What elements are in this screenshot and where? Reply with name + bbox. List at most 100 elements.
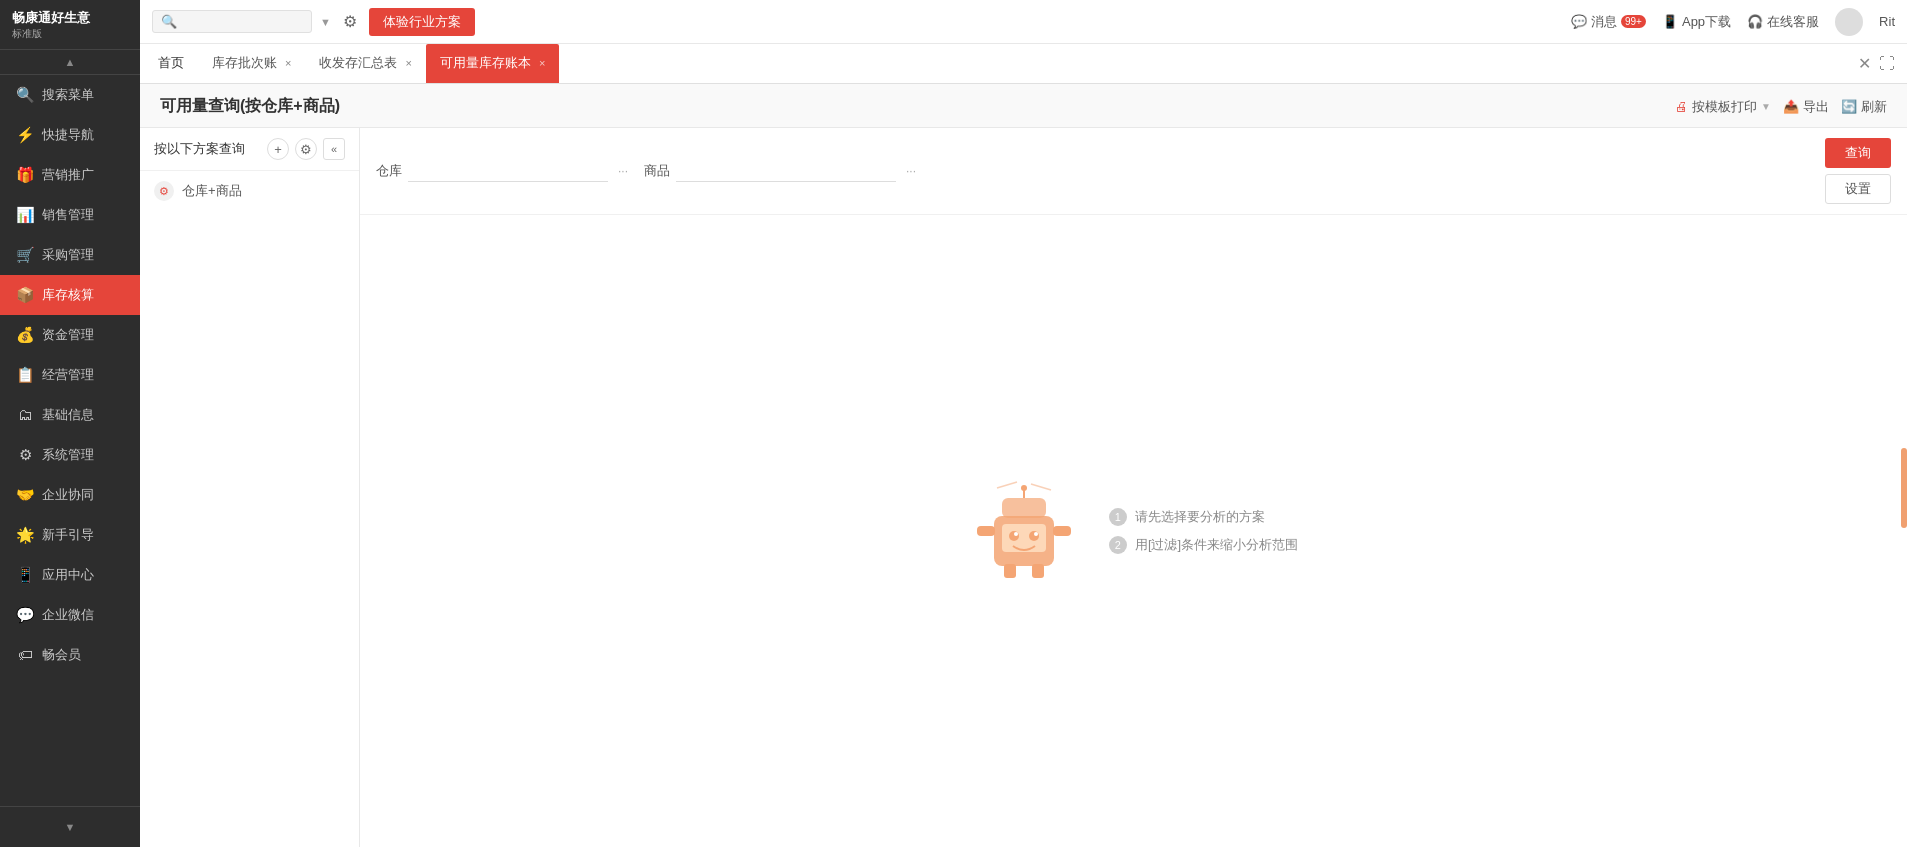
trial-btn[interactable]: 体验行业方案: [369, 8, 475, 36]
sidebar-item-operation[interactable]: 📋 经营管理: [0, 355, 140, 395]
sidebar-item-marketing[interactable]: 🎁 营销推广: [0, 155, 140, 195]
query-btn[interactable]: 查询: [1825, 138, 1891, 168]
enterprise-icon: 🤝: [16, 486, 34, 504]
settings-btn[interactable]: 设置: [1825, 174, 1891, 204]
sidebar-item-label-sales: 销售管理: [42, 206, 94, 224]
scroll-down-btn[interactable]: ▼: [0, 815, 140, 839]
close-tab-btn[interactable]: ✕: [1858, 54, 1871, 73]
expand-tab-btn[interactable]: ⛶: [1879, 55, 1895, 73]
user-avatar[interactable]: [1835, 8, 1863, 36]
tab-available-close-icon[interactable]: ×: [539, 57, 545, 69]
template-print-btn[interactable]: 🖨 按模板打印 ▼: [1675, 98, 1771, 116]
template-print-label: 按模板打印: [1692, 98, 1757, 116]
sidebar-item-system[interactable]: ⚙ 系统管理: [0, 435, 140, 475]
filter-header-actions: + ⚙ «: [267, 138, 345, 160]
filter-add-btn[interactable]: +: [267, 138, 289, 160]
filter-settings-btn[interactable]: ⚙: [295, 138, 317, 160]
online-service-btn[interactable]: 🎧 在线客服: [1747, 13, 1819, 31]
sales-icon: 📊: [16, 206, 34, 224]
warehouse-more-btn[interactable]: ···: [618, 164, 628, 178]
filter-header: 按以下方案查询 + ⚙ «: [140, 128, 359, 171]
messages-label: 消息: [1591, 13, 1617, 31]
right-scrollbar[interactable]: [1901, 448, 1907, 528]
search-menu-icon: 🔍: [16, 86, 34, 104]
topbar-right: 💬 消息 99+ 📱 App下载 🎧 在线客服 Rit: [1571, 8, 1895, 36]
tab-summary-label: 收发存汇总表: [319, 54, 397, 72]
sidebar-item-label-enterprise: 企业协同: [42, 486, 94, 504]
app-subtitle: 标准版: [12, 27, 128, 41]
topbar-search-box: 🔍: [152, 10, 312, 33]
app-download-btn[interactable]: 📱 App下载: [1662, 13, 1731, 31]
goods-input[interactable]: [676, 160, 896, 182]
content-area: 按以下方案查询 + ⚙ « ⚙ 仓库+商品 仓库: [140, 128, 1907, 847]
sidebar-item-base[interactable]: 🗂 基础信息: [0, 395, 140, 435]
main-area: 🔍 ▼ ⚙ 体验行业方案 💬 消息 99+ 📱 App下载 🎧 在线客服 Rit: [140, 0, 1907, 847]
sidebar-item-appcenter[interactable]: 📱 应用中心: [0, 555, 140, 595]
sidebar-item-wechat[interactable]: 💬 企业微信: [0, 595, 140, 635]
sidebar-item-purchase[interactable]: 🛒 采购管理: [0, 235, 140, 275]
username-label: Rit: [1879, 14, 1895, 29]
refresh-label: 刷新: [1861, 98, 1887, 116]
scroll-up-btn[interactable]: ▲: [65, 56, 76, 68]
tab-available[interactable]: 可用量库存账本 ×: [426, 44, 559, 83]
empty-state: 1 请先选择要分析的方案 2 用[过滤]条件来缩小分析范围: [360, 215, 1907, 847]
filter-collapse-btn[interactable]: «: [323, 138, 345, 160]
filter-settings-icon: ⚙: [300, 142, 312, 157]
tab-home-label: 首页: [158, 54, 184, 72]
svg-rect-7: [1032, 564, 1044, 578]
refresh-btn[interactable]: 🔄 刷新: [1841, 98, 1887, 116]
sidebar-item-enterprise[interactable]: 🤝 企业协同: [0, 475, 140, 515]
warehouse-filter: 仓库 ···: [376, 160, 628, 182]
sidebar-item-sales[interactable]: 📊 销售管理: [0, 195, 140, 235]
phone-icon: 📱: [1662, 14, 1678, 29]
tab-available-label: 可用量库存账本: [440, 54, 531, 72]
goods-more-btn[interactable]: ···: [906, 164, 916, 178]
warehouse-input[interactable]: [408, 160, 608, 182]
filter-item-warehouse-goods[interactable]: ⚙ 仓库+商品: [140, 171, 359, 211]
svg-rect-10: [1002, 498, 1046, 518]
topbar-gear-icon[interactable]: ⚙: [339, 8, 361, 35]
sidebar-item-guide[interactable]: 🌟 新手引导: [0, 515, 140, 555]
shortcut-icon: ⚡: [16, 126, 34, 144]
search-input[interactable]: [181, 15, 281, 29]
print-chevron-icon[interactable]: ▼: [1761, 101, 1771, 112]
tab-summary[interactable]: 收发存汇总表 ×: [305, 44, 425, 83]
topbar: 🔍 ▼ ⚙ 体验行业方案 💬 消息 99+ 📱 App下载 🎧 在线客服 Rit: [140, 0, 1907, 44]
goods-filter: 商品 ···: [644, 160, 916, 182]
tabs-bar: 首页 库存批次账 × 收发存汇总表 × 可用量库存账本 × ✕ ⛶: [140, 44, 1907, 84]
tab-batch[interactable]: 库存批次账 ×: [198, 44, 305, 83]
purchase-icon: 🛒: [16, 246, 34, 264]
sidebar-item-search[interactable]: 🔍 搜索菜单: [0, 75, 140, 115]
tab-summary-close-icon[interactable]: ×: [405, 57, 411, 69]
messages-btn[interactable]: 💬 消息 99+: [1571, 13, 1646, 31]
page-actions: 🖨 按模板打印 ▼ 📤 导出 🔄 刷新: [1675, 98, 1887, 116]
sidebar-item-label-base: 基础信息: [42, 406, 94, 424]
hint-1: 1 请先选择要分析的方案: [1109, 508, 1298, 526]
export-btn[interactable]: 📤 导出: [1783, 98, 1829, 116]
sidebar-item-label-appcenter: 应用中心: [42, 566, 94, 584]
empty-illustration: [969, 476, 1079, 586]
messages-badge: 99+: [1621, 15, 1646, 28]
appcenter-icon: 📱: [16, 566, 34, 584]
tab-home[interactable]: 首页: [144, 44, 198, 83]
sidebar-item-inventory[interactable]: 📦 库存核算: [0, 275, 140, 315]
query-panel: 仓库 ··· 商品 ··· 查询 设置: [360, 128, 1907, 847]
sidebar-logo: 畅康通好生意 标准版: [0, 0, 140, 50]
sidebar-item-member[interactable]: 🏷 畅会员: [0, 635, 140, 675]
tab-batch-close-icon[interactable]: ×: [285, 57, 291, 69]
sidebar-item-finance[interactable]: 💰 资金管理: [0, 315, 140, 355]
filter-panel: 按以下方案查询 + ⚙ « ⚙ 仓库+商品: [140, 128, 360, 847]
sidebar-item-label-guide: 新手引导: [42, 526, 94, 544]
svg-point-5: [1034, 532, 1038, 536]
warehouse-label: 仓库: [376, 162, 402, 180]
sidebar-item-label-operation: 经营管理: [42, 366, 94, 384]
sidebar-item-label-system: 系统管理: [42, 446, 94, 464]
sidebar-item-label-finance: 资金管理: [42, 326, 94, 344]
filter-item-icon: ⚙: [154, 181, 174, 201]
query-filters-bar: 仓库 ··· 商品 ··· 查询 设置: [360, 128, 1907, 215]
system-icon: ⚙: [16, 446, 34, 464]
wechat-icon: 💬: [16, 606, 34, 624]
search-icon: 🔍: [161, 14, 177, 29]
topbar-chevron-icon[interactable]: ▼: [320, 16, 331, 28]
sidebar-item-shortcut[interactable]: ⚡ 快捷导航: [0, 115, 140, 155]
